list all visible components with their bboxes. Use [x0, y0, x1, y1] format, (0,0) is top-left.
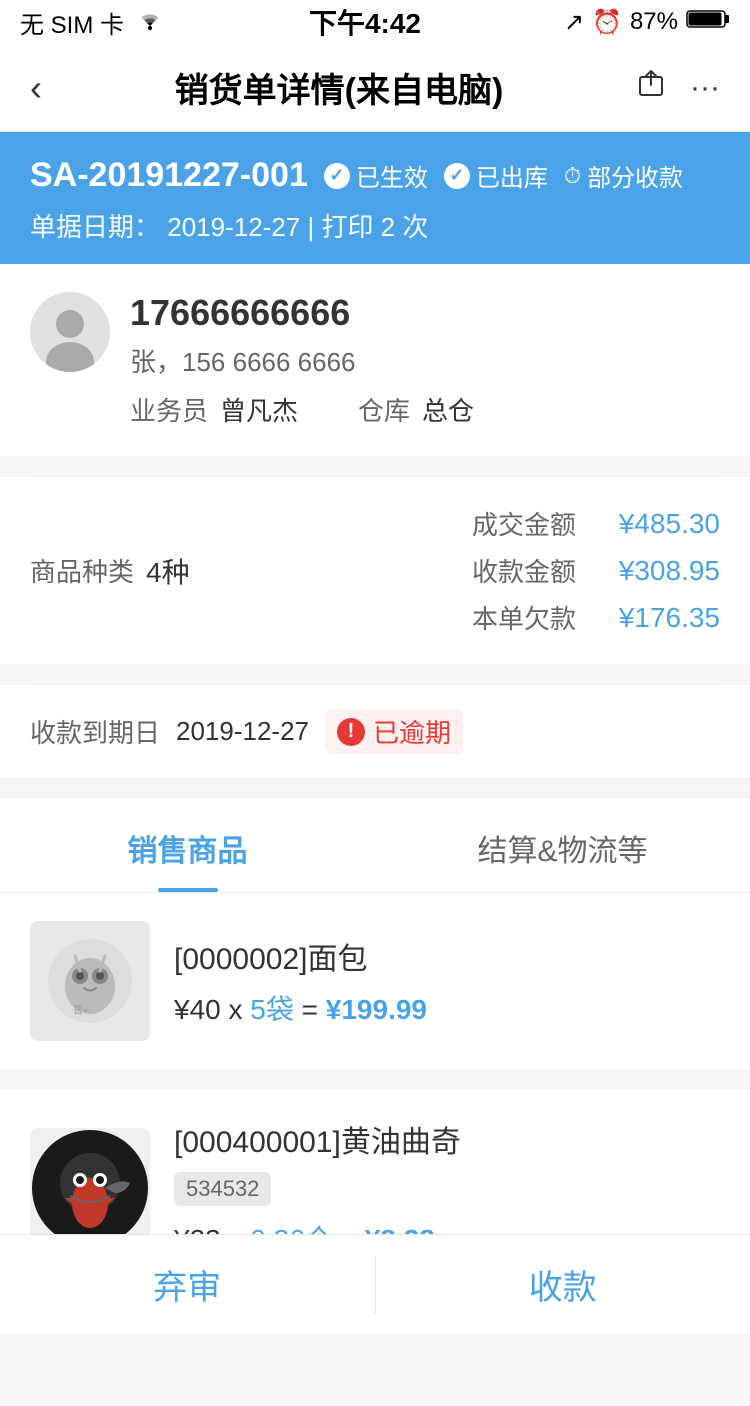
receipt-amount-row: 收款金额 ¥308.95: [472, 552, 720, 589]
warehouse-label: 仓库: [358, 391, 410, 428]
customer-phone: 17666666666: [130, 292, 720, 334]
summary-section: 商品种类 4种 成交金额 ¥485.30 收款金额 ¥308.95 本单欠款 ¥…: [0, 477, 750, 664]
customer-meta: 业务员 曾凡杰 仓库 总仓: [130, 391, 720, 428]
receipt-amount-label: 收款金额: [472, 552, 576, 589]
nav-left: ‹: [30, 67, 42, 109]
wifi-icon: [134, 8, 166, 37]
warehouse-value: 总仓: [422, 391, 474, 428]
sales-person: 业务员 曾凡杰: [130, 391, 298, 428]
product-name-2: [000400001]黄油曲奇: [174, 1117, 720, 1161]
debt-label: 本单欠款: [472, 599, 576, 636]
category-value: 4种: [146, 551, 190, 591]
quantity-1: 5袋: [250, 994, 294, 1025]
category-label: 商品种类: [30, 552, 134, 589]
svg-text:晋+: 晋+: [73, 1005, 89, 1017]
status-bar: 无 SIM 卡 下午4:42 ↗ ⏰ 87%: [0, 0, 750, 44]
due-date-value: 2019-12-27: [176, 716, 309, 747]
trade-amount-label: 成交金额: [472, 505, 576, 542]
print-info: | 打印 2 次: [307, 212, 428, 242]
product-badge-2: 534532: [174, 1172, 271, 1206]
order-date-row: 单据日期： 2019-12-27 | 打印 2 次: [30, 207, 720, 244]
due-date-section: 收款到期日 2019-12-27 ! 已逾期: [0, 685, 750, 778]
back-button[interactable]: ‹: [30, 67, 42, 109]
sales-person-value: 曾凡杰: [220, 391, 298, 428]
product-tabs: 销售商品 结算&物流等: [0, 798, 750, 893]
check-icon-active: ✓: [324, 163, 350, 189]
trade-amount-row: 成交金额 ¥485.30: [472, 505, 720, 542]
battery-icon: [686, 8, 730, 37]
tab-sales-products[interactable]: 销售商品: [0, 798, 375, 892]
clock-icon: ⏱: [564, 163, 581, 189]
overdue-text: 已逾期: [373, 713, 451, 750]
total-1: ¥199.99: [326, 994, 427, 1025]
summary-right: 成交金额 ¥485.30 收款金额 ¥308.95 本单欠款 ¥176.35: [472, 505, 720, 636]
order-id-text: SA-20191227-001: [30, 156, 308, 195]
avatar: [30, 292, 110, 372]
nav-bar: ‹ 销货单详情(来自电脑) ···: [0, 44, 750, 132]
sim-status: 无 SIM 卡: [20, 5, 124, 40]
product-image-2: skateboard whale: [30, 1128, 150, 1248]
bottom-bar: 弃审 收款: [0, 1234, 750, 1334]
cancel-label: 弃审: [153, 1260, 221, 1309]
overdue-badge: ! 已逾期: [325, 709, 463, 754]
equals-1: =: [294, 994, 326, 1025]
price-base-1: ¥40 x: [174, 994, 250, 1025]
page-title: 销货单详情(来自电脑): [175, 63, 504, 112]
receipt-amount-value: ¥308.95: [600, 555, 720, 587]
product-info-1: [0000002]面包 ¥40 x 5袋 = ¥199.99: [174, 934, 720, 1028]
status-bar-left: 无 SIM 卡: [20, 5, 166, 40]
summary-left: 商品种类 4种: [30, 551, 190, 591]
product-price-1: ¥40 x 5袋 = ¥199.99: [174, 988, 720, 1028]
tab-settlement[interactable]: 结算&物流等: [375, 798, 750, 892]
overdue-icon: !: [337, 718, 365, 746]
sales-person-label: 业务员: [130, 391, 208, 428]
cancel-button[interactable]: 弃审: [0, 1235, 375, 1334]
order-id-row: SA-20191227-001 ✓ 已生效 ✓ 已出库 ⏱ 部分收款: [30, 156, 720, 195]
debt-value: ¥176.35: [600, 602, 720, 634]
location-icon: ↗: [564, 8, 584, 37]
due-date-label: 收款到期日: [30, 713, 160, 750]
date-value: 2019-12-27: [167, 212, 300, 242]
status-partial: ⏱ 部分收款: [564, 158, 683, 193]
product-item-1: 晋+ [0000002]面包 ¥40 x 5袋 = ¥199.99: [0, 893, 750, 1069]
time-display: 下午4:42: [309, 2, 421, 42]
warehouse: 仓库 总仓: [358, 391, 474, 428]
customer-info: 17666666666 张，156 6666 6666 业务员 曾凡杰 仓库 总…: [130, 292, 720, 428]
product-name-1: [0000002]面包: [174, 934, 720, 978]
check-icon-shipped: ✓: [444, 163, 470, 189]
debt-row: 本单欠款 ¥176.35: [472, 599, 720, 636]
share-button[interactable]: [636, 69, 666, 107]
product-image-1: 晋+: [30, 921, 150, 1041]
status-shipped: ✓ 已出库: [444, 158, 548, 193]
battery-level: 87%: [630, 8, 678, 36]
status-active: ✓ 已生效: [324, 158, 428, 193]
confirm-button[interactable]: 收款: [376, 1235, 750, 1334]
status-active-label: 已生效: [356, 158, 428, 193]
nav-right: ···: [636, 69, 720, 107]
customer-section: 17666666666 张，156 6666 6666 业务员 曾凡杰 仓库 总…: [0, 264, 750, 456]
status-partial-label: 部分收款: [587, 158, 683, 193]
status-bar-right: ↗ ⏰ 87%: [564, 8, 730, 37]
status-shipped-label: 已出库: [476, 158, 548, 193]
customer-name: 张，156 6666 6666: [130, 342, 720, 379]
alarm-icon: ⏰: [592, 8, 622, 37]
date-label: 单据日期：: [30, 212, 160, 242]
more-button[interactable]: ···: [690, 71, 720, 105]
order-header: SA-20191227-001 ✓ 已生效 ✓ 已出库 ⏱ 部分收款 单据日期：…: [0, 132, 750, 264]
trade-amount-value: ¥485.30: [600, 508, 720, 540]
confirm-label: 收款: [529, 1260, 597, 1309]
